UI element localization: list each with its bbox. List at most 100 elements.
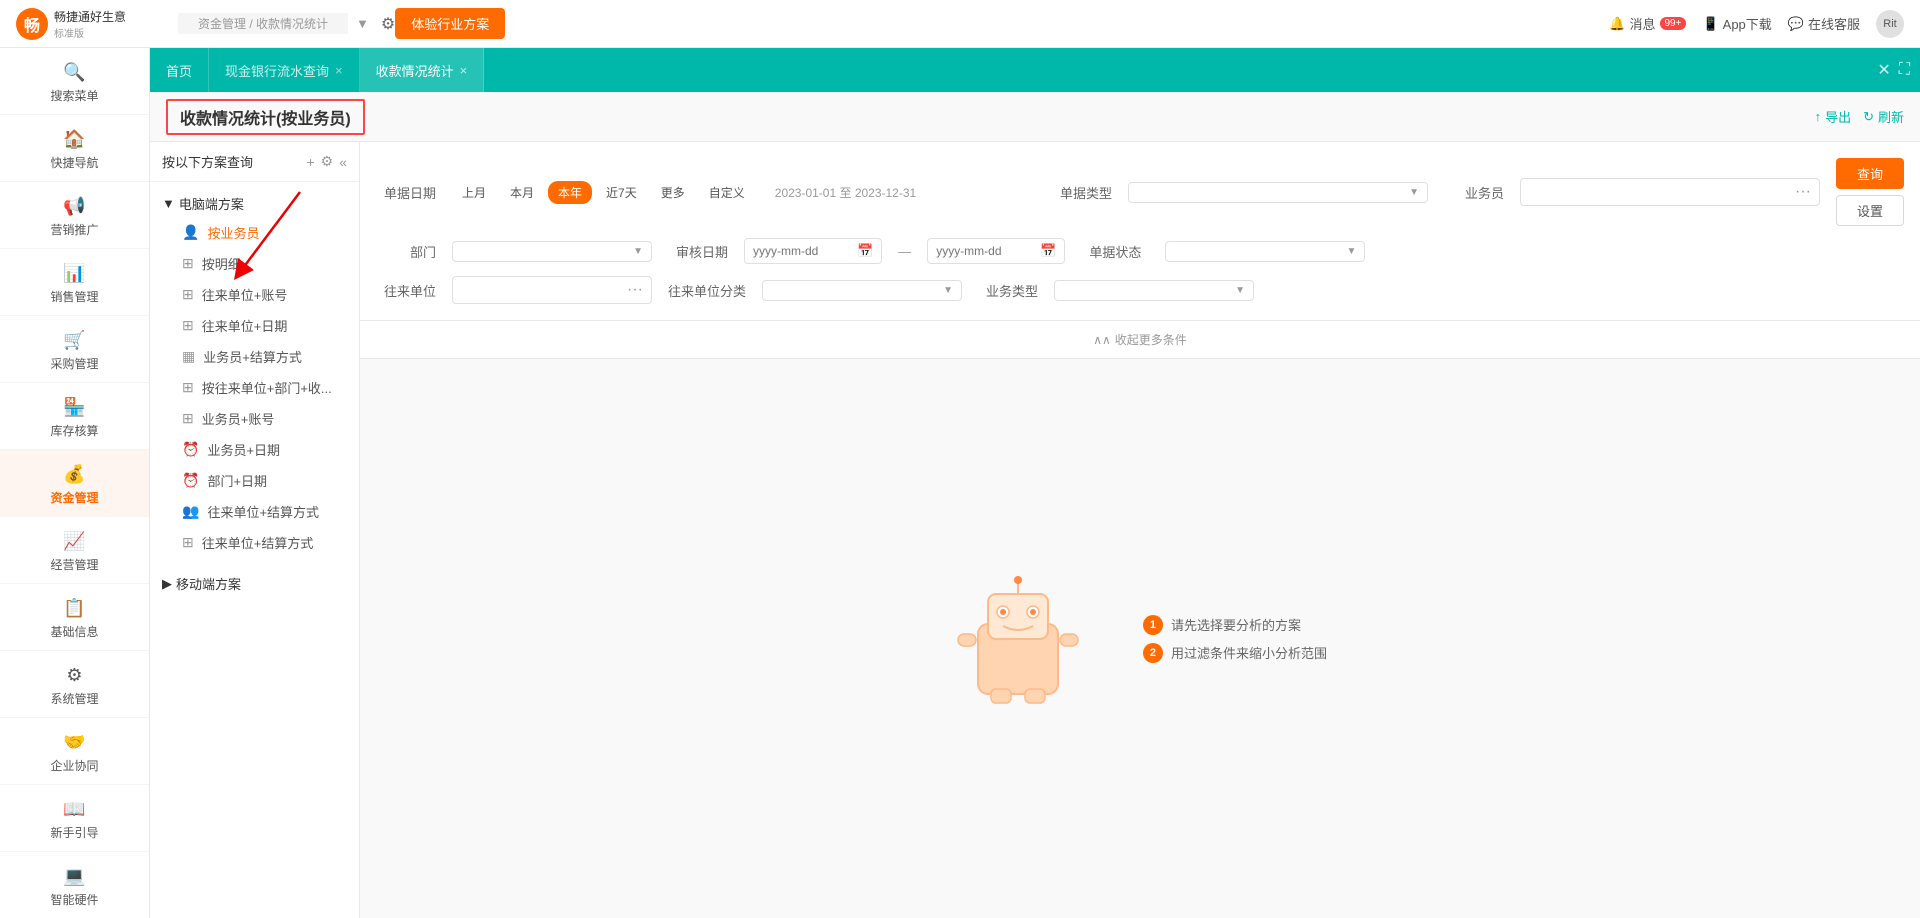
scheme-item-salesperson-settlement[interactable]: ▦ 业务员+结算方式	[162, 341, 347, 372]
doc-type-select[interactable]: ▼	[1128, 182, 1428, 203]
scheme-collapse-icon[interactable]: «	[339, 154, 347, 170]
date-tab-this-month[interactable]: 本月	[500, 181, 544, 204]
scheme-add-icon[interactable]: +	[306, 154, 314, 170]
scheme-item-salesperson-date[interactable]: ⏰ 业务员+日期	[162, 434, 347, 465]
date-tab-last-month[interactable]: 上月	[452, 181, 496, 204]
export-button[interactable]: ↑ 导出	[1815, 107, 1852, 126]
calendar-icon-2[interactable]: 📅	[1040, 243, 1056, 259]
tab-bank-close[interactable]: ×	[335, 63, 343, 78]
online-service-btn[interactable]: 💬 在线客服	[1788, 14, 1860, 33]
query-button[interactable]: 查询	[1836, 158, 1904, 189]
sidebar-label-hardware: 智能硬件	[50, 891, 98, 908]
tab-bar-controls: ✕ ⛶	[1877, 60, 1920, 80]
page-tab-bar: 首页 现金银行流水查询 × 收款情况统计 × ✕ ⛶	[150, 48, 1920, 92]
tab-receipt[interactable]: 收款情况统计 ×	[360, 48, 485, 92]
sidebar-item-purchase[interactable]: 🛒 采购管理	[0, 316, 149, 383]
sidebar-item-operation[interactable]: 📈 经营管理	[0, 517, 149, 584]
grid-icon-4: ⊞	[182, 379, 194, 396]
messages-btn[interactable]: 🔔 消息 99+	[1609, 14, 1686, 33]
tab-close-all-icon[interactable]: ✕	[1877, 60, 1890, 80]
sidebar: 🔍 搜索菜单 🏠 快捷导航 📢 营销推广 📊 销售管理 🛒 采购管理 🏪 库存核…	[0, 48, 150, 918]
scheme-item-unit-dept[interactable]: ⊞ 按往来单位+部门+收...	[162, 372, 347, 403]
sidebar-label-search: 搜索菜单	[50, 87, 98, 104]
search-icon: 🔍	[63, 62, 85, 83]
business-type-select[interactable]: ▼	[1054, 280, 1254, 301]
review-date-end-input[interactable]	[936, 244, 1036, 258]
grid-icon-5: ⊞	[182, 410, 194, 427]
scheme-item-by-salesperson[interactable]: 👤 按业务员	[162, 217, 347, 248]
sidebar-label-guide: 新手引导	[50, 824, 98, 841]
date-tab-custom[interactable]: 自定义	[699, 181, 755, 204]
doc-status-chevron-icon: ▼	[1346, 246, 1356, 257]
salesperson-select[interactable]: ···	[1520, 178, 1820, 206]
sidebar-label-marketing: 营销推广	[50, 221, 98, 238]
scheme-item-unit-account[interactable]: ⊞ 往来单位+账号	[162, 279, 347, 310]
dept-select[interactable]: ▼	[452, 241, 652, 262]
scheme-item-dept-date[interactable]: ⏰ 部门+日期	[162, 465, 347, 496]
sidebar-item-guide[interactable]: 📖 新手引导	[0, 785, 149, 852]
filter-content: 单据日期 上月 本月 本年 近7天 更多 自定义 2023-01-01 至 20…	[360, 142, 1920, 918]
partner-dots[interactable]: ···	[627, 281, 643, 299]
messages-badge: 99+	[1660, 17, 1687, 30]
sidebar-item-search[interactable]: 🔍 搜索菜单	[0, 48, 149, 115]
bell-icon: 🔔	[1609, 16, 1625, 32]
sidebar-item-hardware[interactable]: 💻 智能硬件	[0, 852, 149, 918]
tab-maximize-icon[interactable]: ⛶	[1899, 61, 1910, 79]
scheme-settings-icon[interactable]: ⚙	[321, 153, 334, 170]
online-service-label: 在线客服	[1808, 14, 1860, 33]
service-icon: 💬	[1788, 16, 1804, 32]
sidebar-item-system[interactable]: ⚙ 系统管理	[0, 651, 149, 718]
logo-name: 畅捷通好生意	[54, 8, 126, 25]
review-date-end[interactable]: 📅	[927, 238, 1065, 264]
user-avatar[interactable]: Rit	[1876, 10, 1904, 38]
tab-receipt-close[interactable]: ×	[460, 63, 468, 78]
partner-select[interactable]: ···	[452, 276, 652, 304]
scheme-group-mobile-title[interactable]: ▶ 移动端方案	[162, 570, 347, 597]
scheme-group-pc-title[interactable]: ▼ 电脑端方案	[162, 190, 347, 217]
collapse-bar[interactable]: ∧∧ 收起更多条件	[360, 321, 1920, 359]
sidebar-item-sales[interactable]: 📊 销售管理	[0, 249, 149, 316]
sidebar-item-nav[interactable]: 🏠 快捷导航	[0, 115, 149, 182]
scheme-item-label-sp-account: 业务员+账号	[202, 409, 275, 428]
scheme-item-label-dept-date: 部门+日期	[207, 471, 267, 490]
calendar-icon-1[interactable]: 📅	[857, 243, 873, 259]
sidebar-item-inventory[interactable]: 🏪 库存核算	[0, 383, 149, 450]
sidebar-label-finance: 资金管理	[50, 489, 98, 506]
scheme-item-salesperson-account[interactable]: ⊞ 业务员+账号	[162, 403, 347, 434]
sidebar-item-marketing[interactable]: 📢 营销推广	[0, 182, 149, 249]
action-buttons: 查询 设置	[1836, 158, 1904, 226]
tab-bank[interactable]: 现金银行流水查询 ×	[209, 48, 360, 92]
page-header-actions: ↑ 导出 ↻ 刷新	[1815, 107, 1904, 126]
bar-icon-1: ▦	[182, 348, 195, 365]
doc-status-select[interactable]: ▼	[1165, 241, 1365, 262]
scheme-item-unit-date[interactable]: ⊞ 往来单位+日期	[162, 310, 347, 341]
scheme-item-unit-settlement1[interactable]: 👥 往来单位+结算方式	[162, 496, 347, 527]
refresh-button[interactable]: ↻ 刷新	[1863, 107, 1904, 126]
doc-type-label: 单据类型	[1052, 183, 1112, 202]
scheme-item-by-detail[interactable]: ⊞ 按明细	[162, 248, 347, 279]
breadcrumb-arrow: ▼	[356, 16, 369, 31]
date-tabs: 上月 本月 本年 近7天 更多 自定义	[452, 181, 755, 204]
partner-category-select[interactable]: ▼	[762, 280, 962, 301]
tab-home[interactable]: 首页	[150, 48, 209, 92]
business-type-chevron-icon: ▼	[1235, 285, 1245, 296]
scheme-item-unit-settlement2[interactable]: ⊞ 往来单位+结算方式	[162, 527, 347, 558]
scheme-panel: 按以下方案查询 + ⚙ «	[150, 142, 360, 918]
gear-icon[interactable]: ⚙	[381, 16, 395, 33]
app-download-btn[interactable]: 📱 App下载	[1702, 14, 1771, 33]
sidebar-item-finance[interactable]: 💰 资金管理	[0, 450, 149, 517]
date-tab-more[interactable]: 更多	[651, 181, 695, 204]
sidebar-item-basic[interactable]: 📋 基础信息	[0, 584, 149, 651]
tab-receipt-label: 收款情况统计	[376, 61, 454, 80]
trial-button[interactable]: 体验行业方案	[395, 8, 505, 39]
review-date-start[interactable]: 📅	[744, 238, 882, 264]
date-tab-last7[interactable]: 近7天	[596, 181, 647, 204]
date-tab-this-year[interactable]: 本年	[548, 181, 592, 204]
partner-category-chevron-icon: ▼	[943, 285, 953, 296]
sidebar-item-enterprise[interactable]: 🤝 企业协同	[0, 718, 149, 785]
review-date-start-input[interactable]	[753, 244, 853, 258]
salesperson-dots[interactable]: ···	[1795, 183, 1811, 201]
sidebar-label-sales: 销售管理	[50, 288, 98, 305]
settings-button[interactable]: 设置	[1836, 195, 1904, 226]
scheme-item-label-sp-date: 业务员+日期	[207, 440, 280, 459]
